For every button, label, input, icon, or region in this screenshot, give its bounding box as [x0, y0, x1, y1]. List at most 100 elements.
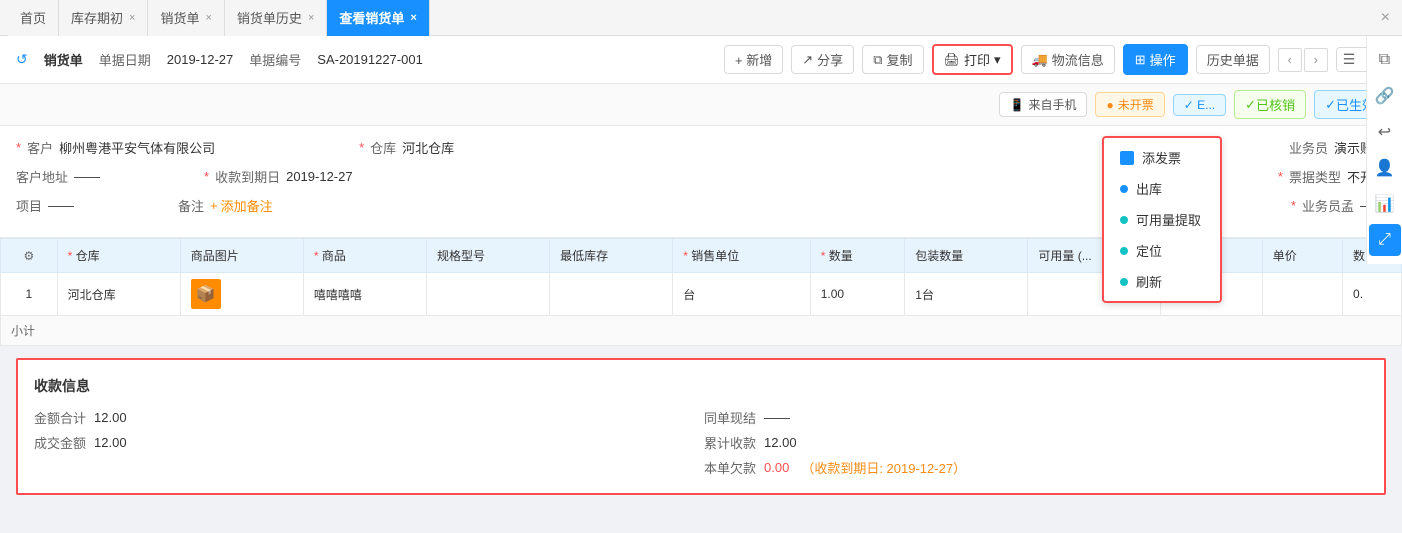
transaction-label: 成交金额 [34, 433, 86, 452]
note-field: 备注 + 添加备注 [178, 196, 273, 215]
sidebar-back-icon[interactable]: ↩ [1369, 116, 1401, 148]
next-arrow[interactable]: › [1304, 48, 1328, 72]
tab-inventory-close[interactable]: × [129, 12, 135, 24]
not-open-icon: ● [1106, 98, 1113, 112]
payment-info-title: 收款信息 [34, 376, 1368, 396]
cell-product-img: 📦 [180, 273, 303, 316]
col-sales-unit: * 销售单位 [673, 239, 810, 273]
tab-sales-history[interactable]: 销货单历史 × [225, 0, 327, 36]
doc-type-label: 销货单 [44, 50, 83, 69]
global-close-icon[interactable]: × [1381, 9, 1390, 27]
main-content: ↺ 销货单 单据日期 2019-12-27 单据编号 SA-20191227-0… [0, 36, 1402, 533]
tab-sales[interactable]: 销货单 × [148, 0, 224, 36]
product-img-icon: 📦 [196, 284, 216, 304]
tab-home[interactable]: 首页 [8, 0, 59, 36]
tab-view-sales-close[interactable]: × [410, 12, 416, 24]
tab-sales-history-close[interactable]: × [308, 12, 314, 24]
sidebar-link-icon[interactable]: 🔗 [1369, 80, 1401, 112]
warehouse-label: 仓库 [370, 138, 396, 157]
balance-value: 0.00 [764, 460, 789, 475]
new-button[interactable]: + 新增 [724, 45, 783, 74]
date-label: 单据日期 [99, 50, 151, 69]
copy-icon: ⧉ [873, 52, 882, 68]
dropdown-add-invoice[interactable]: 添发票 [1104, 142, 1220, 173]
history-button[interactable]: 历史单据 [1196, 45, 1270, 74]
add-invoice-label: 添发票 [1142, 148, 1181, 167]
phone-icon: 📱 [1010, 98, 1025, 112]
no-value: SA-20191227-001 [317, 52, 423, 67]
share-icon: ↗ [802, 52, 813, 68]
ops-icon: ⊞ [1135, 52, 1146, 68]
customer-field: * 客户 柳州粤港平安气体有限公司 [16, 138, 215, 157]
sidebar-user-icon[interactable]: 👤 [1369, 152, 1401, 184]
copy-button[interactable]: ⧉ 复制 [862, 45, 923, 74]
sidebar-chart-icon[interactable]: 📊 [1369, 188, 1401, 220]
confirm-button[interactable]: ✓ E... [1173, 94, 1226, 116]
add-note-plus-icon: + [210, 198, 218, 213]
col-warehouse: * 仓库 [57, 239, 180, 273]
confirm-label: ✓ E... [1184, 98, 1215, 112]
dropdown-outbound[interactable]: 出库 [1104, 173, 1220, 204]
same-order-value: —— [764, 410, 790, 425]
address-value: —— [74, 169, 100, 184]
col-quantity: * 数量 [810, 239, 905, 273]
cell-spec [427, 273, 550, 316]
payment-date-required: * [204, 169, 209, 184]
not-open-label: 未开票 [1118, 96, 1154, 113]
ops-button[interactable]: ⊞ 操作 [1123, 44, 1188, 75]
total-amount-label: 金额合计 [34, 408, 86, 427]
share-label: 分享 [817, 50, 843, 69]
col-spec: 规格型号 [427, 239, 550, 273]
project-value: —— [48, 198, 74, 213]
cumulative-value: 12.00 [764, 435, 797, 450]
transaction-value: 12.00 [94, 435, 127, 450]
warehouse-required: * [359, 140, 364, 155]
cumulative-row: 累计收款 12.00 [704, 433, 1368, 452]
share-button[interactable]: ↗ 分享 [791, 45, 854, 74]
warehouse-field: * 仓库 河北仓库 [359, 138, 454, 157]
prev-arrow[interactable]: ‹ [1278, 48, 1302, 72]
from-phone-button[interactable]: 📱 来自手机 [999, 92, 1088, 117]
print-button[interactable]: 🖨 打印 ▾ [932, 44, 1013, 75]
dropdown-locate[interactable]: 定位 [1104, 235, 1220, 266]
tab-inventory-label: 库存期初 [71, 8, 123, 27]
outbound-label: 出库 [1136, 179, 1162, 198]
col-settings[interactable]: ⚙ [1, 239, 58, 273]
tab-sales-close[interactable]: × [205, 12, 211, 24]
sidebar-expand-icon[interactable]: ⤢ [1369, 224, 1401, 256]
copy-label: 复制 [886, 50, 912, 69]
add-note-button[interactable]: + 添加备注 [210, 196, 273, 215]
list-view-btn[interactable]: ☰ [1337, 48, 1362, 71]
payment-date-value: 2019-12-27 [286, 169, 353, 184]
cancelled-label: 已核销 [1256, 95, 1295, 114]
add-invoice-icon [1120, 151, 1134, 165]
tab-view-sales[interactable]: 查看销货单 × [327, 0, 429, 36]
not-open-button[interactable]: ● 未开票 [1095, 92, 1164, 117]
balance-row: 本单欠款 0.00 （收款到期日: 2019-12-27） [704, 458, 1368, 477]
logistics-label: 物流信息 [1052, 50, 1104, 69]
logistics-button[interactable]: 🚚 物流信息 [1021, 45, 1115, 74]
no-label: 单据编号 [249, 50, 301, 69]
doc-type-icon: ↺ [16, 51, 28, 68]
locate-label: 定位 [1136, 241, 1162, 260]
project-field: 项目 —— [16, 196, 74, 215]
payment-date-label: 收款到期日 [215, 167, 280, 186]
toolbar: + 新增 ↗ 分享 ⧉ 复制 🖨 打印 ▾ 🚚 物流信息 [724, 44, 1386, 75]
dropdown-refresh[interactable]: 刷新 [1104, 266, 1220, 297]
customer-value: 柳州粤港平安气体有限公司 [59, 138, 215, 157]
salesperson-label: 业务员 [1289, 138, 1328, 157]
refresh-label: 刷新 [1136, 272, 1162, 291]
doc-meta: 单据日期 2019-12-27 单据编号 SA-20191227-001 [99, 50, 423, 69]
tab-view-sales-label: 查看销货单 [339, 8, 404, 27]
cell-unit-price [1262, 273, 1342, 316]
cell-min-stock [550, 273, 673, 316]
tab-inventory[interactable]: 库存期初 × [59, 0, 148, 36]
sidebar-copy-icon[interactable]: ⧉ [1369, 44, 1401, 76]
cancelled-badge[interactable]: ✓ 已核销 [1234, 90, 1306, 119]
salesperson2-label: 业务员孟 [1302, 196, 1354, 215]
info-grid: 金额合计 12.00 成交金额 12.00 同单现结 —— 累计收款 [34, 408, 1368, 477]
print-label: 打印 [964, 50, 990, 69]
cell-sales-unit: 台 [673, 273, 810, 316]
dropdown-available-qty[interactable]: 可用量提取 [1104, 204, 1220, 235]
payment-info: 收款信息 金额合计 12.00 成交金额 12.00 同单现结 —— [16, 358, 1386, 495]
